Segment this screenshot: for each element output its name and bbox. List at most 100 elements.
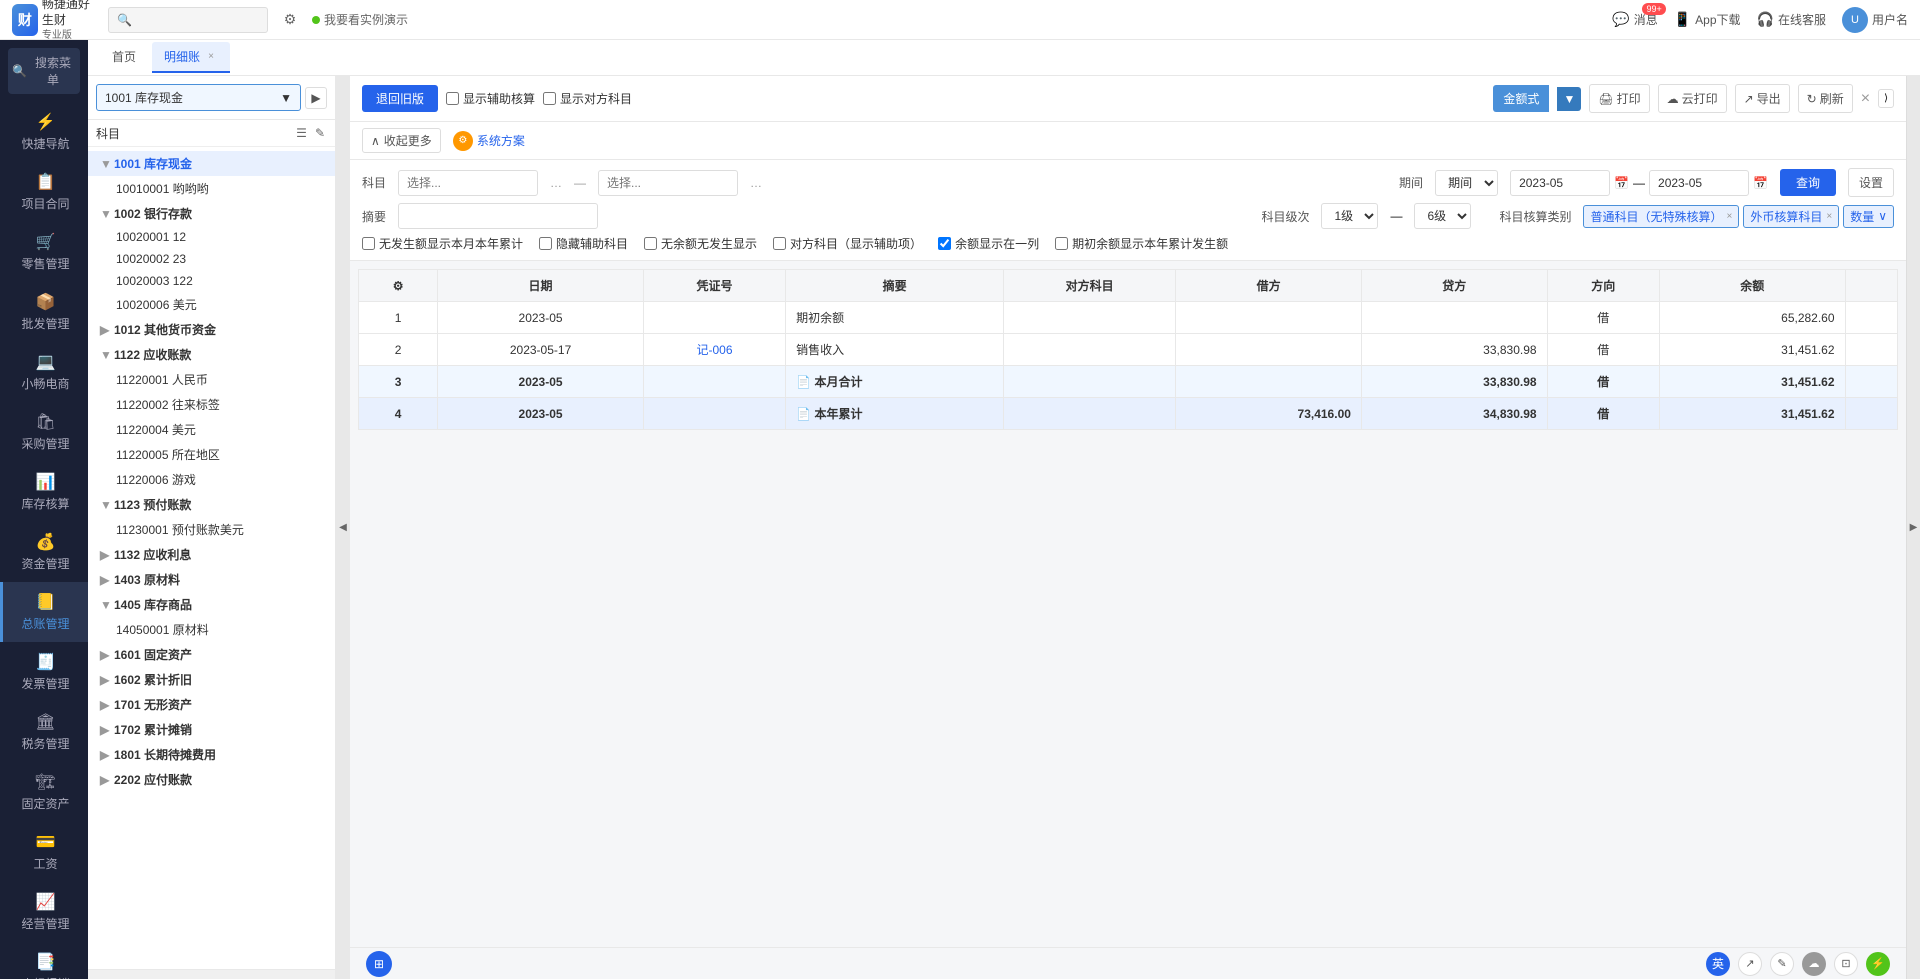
bottom-arrow-btn[interactable]: ↗ [1738,952,1762,976]
tree-item-1403[interactable]: ▶ 1403 原材料 [88,567,335,592]
online-service-btn[interactable]: 🎧 在线客服 [1757,11,1826,28]
sidebar-item-shortcut[interactable]: ⚡ 快捷导航 [0,102,88,162]
cloud-print-btn[interactable]: ☁ 云打印 [1658,84,1727,113]
cb-hide-aux-input[interactable] [539,237,552,250]
format-btn[interactable]: 金额式 [1493,85,1549,112]
sidebar-item-small-report[interactable]: 📑 小畅报销 [0,942,88,979]
bottom-cloud-btn[interactable]: ☁ [1802,952,1826,976]
query-btn[interactable]: 查询 [1780,169,1836,196]
cb-hide-aux[interactable]: 隐藏辅助科目 [539,235,628,252]
show-opposite-input[interactable] [543,92,556,105]
tab-detail-close[interactable]: × [204,50,218,64]
print-btn[interactable]: 🖨 打印 [1589,84,1649,113]
bottom-edit-btn[interactable]: ✎ [1770,952,1794,976]
account-tree-scrollbar[interactable] [88,969,335,979]
tree-item-11230001[interactable]: 11230001 预付账款美元 [88,517,335,542]
cb-show-opposite-input[interactable] [773,237,786,250]
refresh-btn[interactable]: ↻ 刷新 [1798,84,1853,113]
tree-item-1002[interactable]: ▼ 1002 银行存款 [88,201,335,226]
tree-item-1701[interactable]: ▶ 1701 无形资产 [88,692,335,717]
tree-item-10020001[interactable]: 10020001 12 [88,226,335,248]
period-start-input[interactable] [1510,170,1610,196]
sidebar-item-capital[interactable]: 💰 资金管理 [0,522,88,582]
scheme-selector[interactable]: ⚙ 系统方案 [453,131,525,151]
tree-action-list[interactable]: ☰ [294,124,309,142]
right-collapse-panel[interactable]: ▶ [1906,76,1920,979]
subject-to-input[interactable] [598,170,738,196]
sidebar-item-tax[interactable]: 🏛 税务管理 [0,702,88,762]
search-input[interactable] [132,13,259,27]
sidebar-item-purchase[interactable]: 🛍 采购管理 [0,402,88,462]
expand-more-btn[interactable]: ∧ ∧ 收起更多 收起更多 [362,128,441,153]
tree-item-10010001[interactable]: 10010001 哟哟哟 [88,176,335,201]
tree-item-1801[interactable]: ▶ 1801 长期待摊费用 [88,742,335,767]
period-type-select[interactable]: 期间 [1435,170,1498,196]
sidebar-item-retail[interactable]: 🛒 零售管理 [0,222,88,282]
subject-level-to-select[interactable]: 6级 [1414,203,1471,229]
tree-item-1601[interactable]: ▶ 1601 固定资产 [88,642,335,667]
sidebar-item-inventory[interactable]: 📊 库存核算 [0,462,88,522]
panel-divider[interactable]: ◀ [336,76,350,979]
voucher-link[interactable]: 记-006 [697,343,733,357]
tag-quantity[interactable]: 数量 ∨ [1843,205,1894,228]
app-download-btn[interactable]: 📱 App下载 [1674,11,1741,28]
show-aux-checkbox[interactable]: 显示辅助核算 [446,90,535,107]
settings-btn[interactable]: 设置 [1848,168,1894,197]
tree-item-11220001[interactable]: 11220001 人民币 [88,367,335,392]
tree-item-2202[interactable]: ▶ 2202 应付账款 [88,767,335,792]
summary-input[interactable] [398,203,598,229]
subject-level-from-select[interactable]: 1级 [1321,203,1378,229]
tree-item-10020003[interactable]: 10020003 122 [88,270,335,292]
expand-panel-btn[interactable]: ⟩ [1878,89,1894,108]
messages-btn[interactable]: 💬 消息 99+ [1612,11,1657,28]
show-aux-input[interactable] [446,92,459,105]
tree-item-11220004[interactable]: 11220004 美元 [88,417,335,442]
tree-item-11220006[interactable]: 11220006 游戏 [88,467,335,492]
sidebar-item-ecommerce[interactable]: 💻 小畅电商 [0,342,88,402]
tree-item-1123[interactable]: ▼ 1123 预付账款 [88,492,335,517]
subject-input[interactable] [398,170,538,196]
sidebar-item-salary[interactable]: 💳 工资 [0,822,88,882]
tag-normal-close[interactable]: × [1726,211,1732,222]
cb-show-opposite[interactable]: 对方科目（显示辅助项） [773,235,922,252]
cb-no-balance-input[interactable] [362,237,375,250]
bottom-main-btn[interactable]: ⊞ [366,951,392,977]
period-end-input[interactable] [1649,170,1749,196]
sidebar-item-project[interactable]: 📋 项目合同 [0,162,88,222]
tree-item-1001[interactable]: ▼ 1001 库存现金 [88,151,335,176]
sidebar-item-operation[interactable]: 📈 经营管理 [0,882,88,942]
sidebar-item-general-ledger[interactable]: 📒 总账管理 [0,582,88,642]
cb-show-beginning[interactable]: 期初余额显示本年累计发生额 [1055,235,1228,252]
tree-item-10020002[interactable]: 10020002 23 [88,248,335,270]
tab-home[interactable]: 首页 [100,42,148,73]
tree-item-1122[interactable]: ▼ 1122 应收账款 [88,342,335,367]
tree-item-1012[interactable]: ▶ 1012 其他货币资金 [88,317,335,342]
format-arrow-btn[interactable]: ▼ [1557,87,1581,111]
tree-action-edit[interactable]: ✎ [313,124,327,142]
cb-no-balance2[interactable]: 无余额无发生显示 [644,235,757,252]
tree-item-11220005[interactable]: 11220005 所在地区 [88,442,335,467]
th-settings[interactable]: ⚙ [359,270,438,302]
tree-item-1132[interactable]: ▶ 1132 应收利息 [88,542,335,567]
cb-no-balance2-input[interactable] [644,237,657,250]
current-account-display[interactable]: 1001 库存现金 ▼ [96,84,301,111]
account-nav-forward[interactable]: ▶ [305,87,327,109]
sidebar-item-wholesale[interactable]: 📦 批发管理 [0,282,88,342]
cb-balance-one-col[interactable]: 余额显示在一列 [938,235,1039,252]
sidebar-search-button[interactable]: 🔍 搜索菜单 [8,48,80,94]
close-panel-btn[interactable]: × [1861,90,1870,108]
tree-item-1702[interactable]: ▶ 1702 累计摊销 [88,717,335,742]
user-area[interactable]: U 用户名 [1842,7,1908,33]
cb-balance-one-col-input[interactable] [938,237,951,250]
bottom-grid-btn[interactable]: ⊡ [1834,952,1858,976]
return-old-version-btn[interactable]: 退回旧版 [362,85,438,112]
cb-no-balance[interactable]: 无发生额显示本月本年累计 [362,235,523,252]
bottom-flash-btn[interactable]: ⚡ [1866,952,1890,976]
sidebar-item-fixed-assets[interactable]: 🏗 固定资产 [0,762,88,822]
tree-item-11220002[interactable]: 11220002 往来标签 [88,392,335,417]
export-btn[interactable]: ↗ 导出 [1735,84,1790,113]
demo-link[interactable]: 我要看实例演示 [312,11,408,28]
settings-gear-icon[interactable]: ⚙ [276,6,304,34]
tab-detail[interactable]: 明细账 × [152,42,230,73]
tree-item-1602[interactable]: ▶ 1602 累计折旧 [88,667,335,692]
